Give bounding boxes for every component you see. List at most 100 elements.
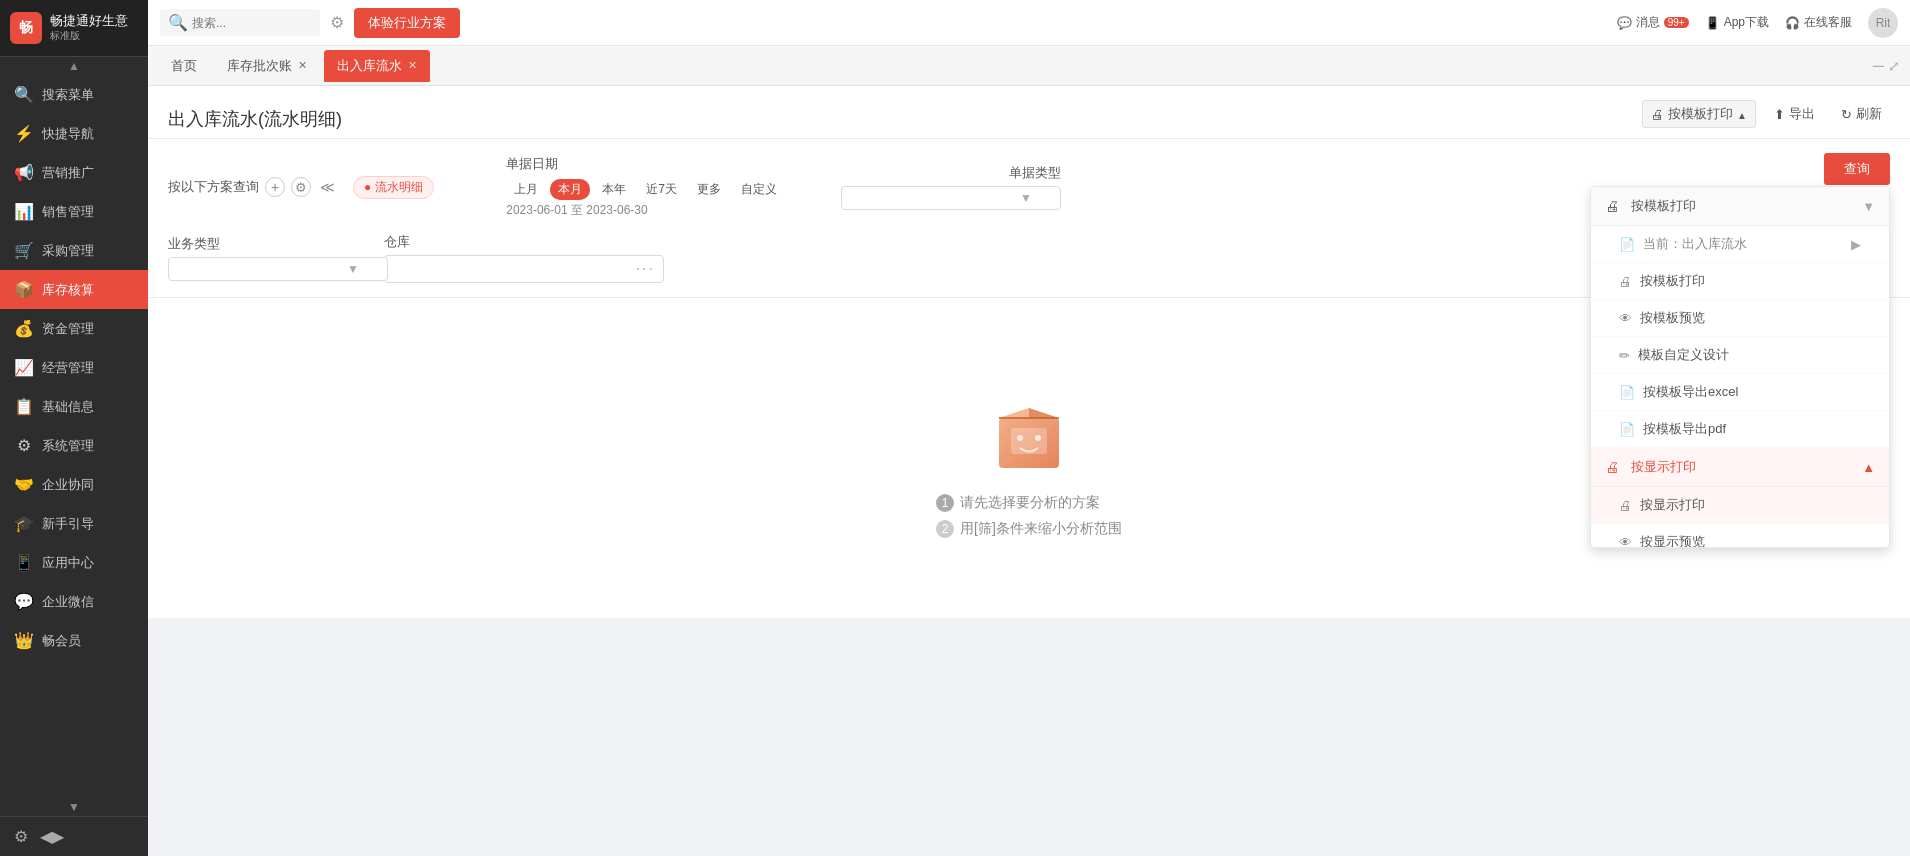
- svg-rect-2: [1011, 428, 1047, 454]
- date-tab-current-year[interactable]: 本年: [594, 179, 634, 200]
- purchase-icon: 🛒: [14, 241, 34, 260]
- dropdown-item-template-print[interactable]: 🖨 按模板打印: [1591, 263, 1889, 300]
- tag-icon: ●: [364, 180, 371, 194]
- warehouse-more-icon[interactable]: ···: [636, 260, 655, 278]
- sidebar-item-app-center[interactable]: 📱 应用中心: [0, 543, 148, 582]
- quick-nav-icon: ⚡: [14, 124, 34, 143]
- sidebar-item-basic-info[interactable]: 📋基础信息: [0, 387, 148, 426]
- sidebar-item-membership[interactable]: 👑畅会员: [0, 621, 148, 660]
- tab-minimize-icon[interactable]: ─: [1873, 57, 1884, 75]
- tab-close-inout[interactable]: ✕: [408, 59, 417, 72]
- app-download-btn[interactable]: 📱 App下载: [1705, 14, 1769, 31]
- content-area: 出入库流水(流水明细) 🖨 按模板打印 ⬆ 导出 ↻ 刷新: [148, 86, 1910, 856]
- sidebar-item-inventory[interactable]: 📦库存核算: [0, 270, 148, 309]
- dropdown-item-display-preview[interactable]: 👁 按显示预览: [1591, 524, 1889, 547]
- membership-icon: 👑: [14, 631, 34, 650]
- sidebar-item-quick-nav[interactable]: ⚡快捷导航: [0, 114, 148, 153]
- sidebar-item-search[interactable]: 🔍搜索菜单: [0, 75, 148, 114]
- page-header: 出入库流水(流水明细) 🖨 按模板打印 ⬆ 导出 ↻ 刷新: [148, 86, 1910, 139]
- current-template-arrow: ▶: [1851, 237, 1861, 252]
- app-center-icon: 📱: [14, 553, 34, 572]
- online-service-btn[interactable]: 🎧 在线客服: [1785, 14, 1852, 31]
- settings-icon[interactable]: ⚙: [14, 827, 28, 846]
- sidebar-item-label: 经营管理: [42, 359, 94, 377]
- sidebar-item-guide[interactable]: 🎓新手引导: [0, 504, 148, 543]
- date-tab-custom[interactable]: 自定义: [733, 179, 785, 200]
- template-section-chevron: ▼: [1862, 199, 1875, 214]
- dropdown-item-template-preview[interactable]: 👁 按模板预览: [1591, 300, 1889, 337]
- export-btn[interactable]: ⬆ 导出: [1766, 101, 1823, 127]
- tab-inout-flow[interactable]: 出入库流水 ✕: [324, 50, 430, 82]
- filter-settings-btn[interactable]: ⚙: [291, 177, 311, 197]
- filter-collapse-btn[interactable]: ≪: [317, 177, 337, 197]
- topbar: 🔍 ⚙ 体验行业方案 💬 消息 99+ 📱 App下载 🎧 在线客服 Rit: [148, 0, 1910, 46]
- date-tab-last-month[interactable]: 上月: [506, 179, 546, 200]
- inventory-icon: 📦: [14, 280, 34, 299]
- date-tab-current-month[interactable]: 本月: [550, 179, 590, 200]
- warehouse-select[interactable]: ···: [384, 255, 664, 283]
- biz-type-select[interactable]: ▼: [168, 257, 388, 281]
- operations-icon: 📈: [14, 358, 34, 377]
- empty-tips: 1 请先选择要分析的方案 2 用[筛]条件来缩小分析范围: [936, 494, 1122, 538]
- search-input[interactable]: [192, 16, 312, 30]
- sidebar-item-label: 应用中心: [42, 554, 94, 572]
- sidebar-scroll-up[interactable]: ▲: [0, 57, 148, 75]
- system-icon: ⚙: [14, 436, 34, 455]
- topbar-gear-icon[interactable]: ⚙: [330, 13, 344, 32]
- display-print-section-header[interactable]: 🖨 按显示打印 ▲: [1591, 448, 1889, 487]
- page-title: 出入库流水(流水明细): [168, 107, 342, 131]
- display-section-chevron: ▲: [1862, 460, 1875, 475]
- avatar[interactable]: Rit: [1868, 8, 1898, 38]
- sidebar-item-marketing[interactable]: 📢营销推广: [0, 153, 148, 192]
- empty-tip-1: 1 请先选择要分析的方案: [936, 494, 1122, 512]
- tab-batch-account[interactable]: 库存批次账 ✕: [214, 50, 320, 82]
- message-badge: 99+: [1664, 17, 1689, 28]
- app-title: 畅捷通好生意 标准版: [50, 13, 128, 44]
- svg-point-4: [1035, 435, 1041, 441]
- dropdown-item-display-print[interactable]: 🖨 按显示打印: [1591, 487, 1889, 524]
- chevron-up-icon: [1737, 107, 1747, 122]
- date-tab-last7[interactable]: 近7天: [638, 179, 685, 200]
- doc-type-label: 单据类型: [1009, 164, 1061, 182]
- sidebar: 畅 畅捷通好生意 标准版 ▲ 🔍搜索菜单⚡快捷导航📢营销推广📊销售管理🛒采购管理…: [0, 0, 148, 856]
- date-tabs: 上月 本月 本年 近7天 更多 自定义: [506, 179, 785, 200]
- doc-type-select[interactable]: ▼: [841, 186, 1061, 210]
- filter-add-btn[interactable]: +: [265, 177, 285, 197]
- sidebar-item-enterprise[interactable]: 🤝企业协同: [0, 465, 148, 504]
- sidebar-item-finance[interactable]: 💰资金管理: [0, 309, 148, 348]
- industry-btn[interactable]: 体验行业方案: [354, 8, 460, 38]
- date-tab-more[interactable]: 更多: [689, 179, 729, 200]
- dropdown-item-template-export-pdf[interactable]: 📄 按模板导出pdf: [1591, 411, 1889, 448]
- date-range: 2023-06-01 至 2023-06-30: [506, 202, 785, 219]
- message-icon: 💬: [1617, 16, 1632, 30]
- print-icon: 🖨: [1651, 107, 1664, 122]
- tab-home[interactable]: 首页: [158, 50, 210, 82]
- sidebar-item-system[interactable]: ⚙系统管理: [0, 426, 148, 465]
- tab-maximize-icon[interactable]: ⤢: [1888, 58, 1900, 74]
- current-template-item[interactable]: 📄 当前：出入库流水 ▶: [1591, 226, 1889, 263]
- svg-point-3: [1017, 435, 1023, 441]
- sidebar-item-purchase[interactable]: 🛒采购管理: [0, 231, 148, 270]
- tip-num-1: 1: [936, 494, 954, 512]
- biz-type-label: 业务类型: [168, 235, 328, 253]
- search-icon: 🔍: [14, 85, 34, 104]
- display-print-icon: 🖨: [1619, 498, 1632, 513]
- empty-icon: [979, 378, 1079, 478]
- template-print-dropdown-btn[interactable]: 🖨 按模板打印: [1642, 100, 1756, 128]
- dropdown-item-template-customize[interactable]: ✏ 模板自定义设计: [1591, 337, 1889, 374]
- message-btn[interactable]: 💬 消息 99+: [1617, 14, 1689, 31]
- date-label: 单据日期: [506, 155, 785, 173]
- sidebar-item-label: 资金管理: [42, 320, 94, 338]
- template-print-section-header[interactable]: 🖨 按模板打印 ▼: [1591, 187, 1889, 226]
- query-btn[interactable]: 查询: [1824, 153, 1890, 185]
- sidebar-item-label: 基础信息: [42, 398, 94, 416]
- sidebar-item-wechat[interactable]: 💬企业微信: [0, 582, 148, 621]
- dropdown-item-template-export-excel[interactable]: 📄 按模板导出excel: [1591, 374, 1889, 411]
- refresh-btn[interactable]: ↻ 刷新: [1833, 101, 1890, 127]
- tab-close-batch[interactable]: ✕: [298, 59, 307, 72]
- sidebar-scroll-down[interactable]: ▼: [0, 798, 148, 816]
- sidebar-item-operations[interactable]: 📈 经营管理: [0, 348, 148, 387]
- sidebar-item-sales[interactable]: 📊销售管理: [0, 192, 148, 231]
- topbar-search-box[interactable]: 🔍: [160, 9, 320, 36]
- collapse-icon[interactable]: ◀▶: [40, 827, 64, 846]
